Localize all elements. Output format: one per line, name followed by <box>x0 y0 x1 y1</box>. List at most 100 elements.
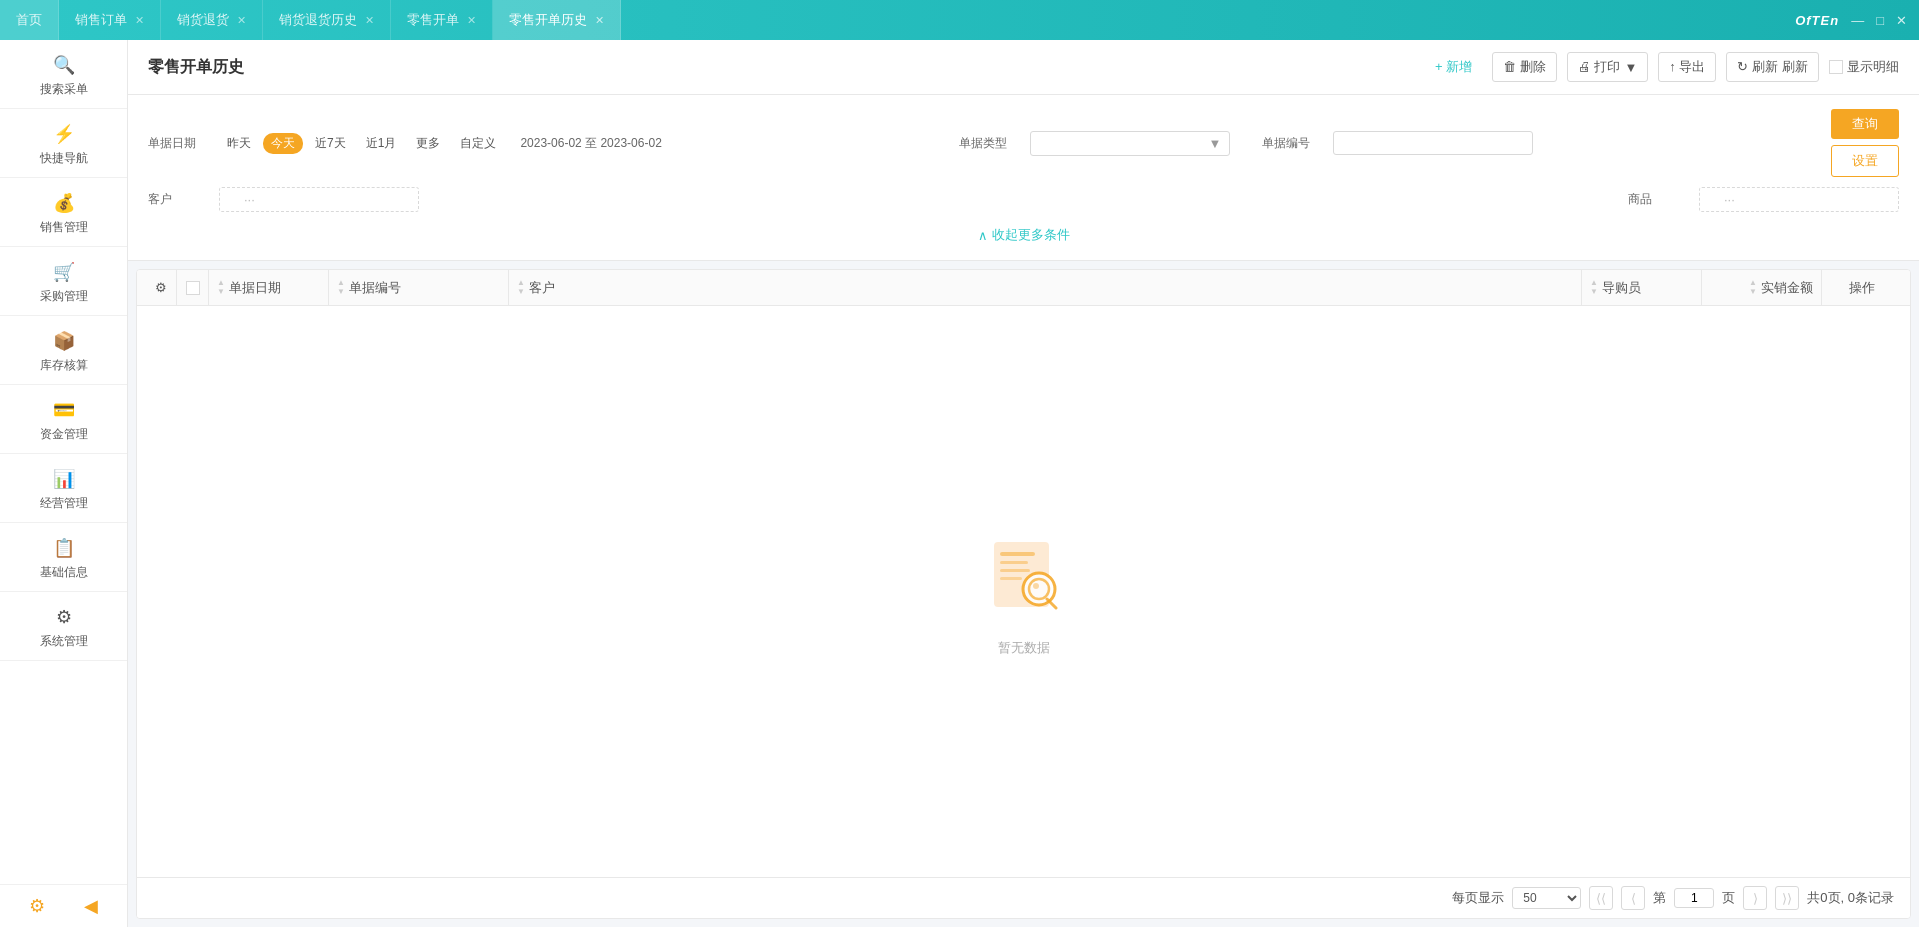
print-button[interactable]: 🖨 打印 ▼ <box>1567 52 1649 82</box>
sidebar-item-system[interactable]: ⚙ 系统管理 <box>0 592 127 661</box>
sales-icon: 💰 <box>53 192 75 214</box>
pagination-bar: 每页显示 50 10 20 100 ⟨⟨ ⟨ 第 页 ⟩ <box>137 877 1910 918</box>
top-tabbar: 首页 销售订单 ✕ 销货退货 ✕ 销货退货历史 ✕ 零售开单 ✕ 零售开单历史 … <box>0 0 1919 40</box>
per-page-label: 每页显示 <box>1452 889 1504 907</box>
th-action-label: 操作 <box>1849 279 1875 297</box>
page-input[interactable] <box>1674 888 1714 908</box>
order-type-arrow-icon: ▼ <box>1209 136 1222 151</box>
customer-filter-label: 客户 <box>148 191 203 208</box>
sidebar-item-purchase[interactable]: 🛒 采购管理 <box>0 247 127 316</box>
svg-rect-3 <box>1000 569 1030 572</box>
shortcut-1month[interactable]: 近1月 <box>358 133 405 154</box>
page-title: 零售开单历史 <box>148 57 244 78</box>
show-detail-checkbox[interactable] <box>1829 60 1843 74</box>
select-all-checkbox[interactable] <box>186 281 200 295</box>
order-type-filter-label: 单据类型 <box>959 135 1014 152</box>
sidebar-item-search-label: 搜索采单 <box>40 81 88 98</box>
export-button[interactable]: ↑ 导出 <box>1658 52 1716 82</box>
tab-retail-history-close[interactable]: ✕ <box>595 14 604 27</box>
order-type-select[interactable]: ▼ <box>1030 131 1230 156</box>
tab-sales-return[interactable]: 销货退货 ✕ <box>161 0 263 40</box>
th-customer-sort[interactable]: ▲ ▼ <box>517 279 525 296</box>
sidebar-settings-btn[interactable]: ⚙ <box>29 895 45 917</box>
th-number-sort[interactable]: ▲ ▼ <box>337 279 345 296</box>
table-area: ⚙ ▲ ▼ 单据日期 ▲ ▼ 单据编号 <box>136 269 1911 919</box>
sidebar-item-finance[interactable]: 💳 资金管理 <box>0 385 127 454</box>
filter-row-1: 单据日期 昨天 今天 近7天 近1月 更多 自定义 2023-06-02 至 2… <box>148 109 1899 177</box>
sidebar-item-sales[interactable]: 💰 销售管理 <box>0 178 127 247</box>
sidebar-item-shortcut[interactable]: ⚡ 快捷导航 <box>0 109 127 178</box>
table-header: ⚙ ▲ ▼ 单据日期 ▲ ▼ 单据编号 <box>137 270 1910 306</box>
th-guide-sort[interactable]: ▲ ▼ <box>1590 279 1598 296</box>
date-shortcuts: 昨天 今天 近7天 近1月 更多 自定义 <box>219 133 504 154</box>
tab-home[interactable]: 首页 <box>0 0 59 40</box>
shortcut-today[interactable]: 今天 <box>263 133 303 154</box>
tab-sales-order-close[interactable]: ✕ <box>135 14 144 27</box>
shortcut-icon: ⚡ <box>53 123 75 145</box>
th-date-label: 单据日期 <box>229 279 281 297</box>
sidebar-item-base[interactable]: 📋 基础信息 <box>0 523 127 592</box>
maximize-btn[interactable]: □ <box>1876 13 1884 28</box>
sidebar-bottom: ⚙ ◀ <box>0 884 127 927</box>
th-customer-label: 客户 <box>529 279 555 297</box>
brand-label: OfTEn <box>1795 13 1839 28</box>
tab-retail-history[interactable]: 零售开单历史 ✕ <box>493 0 621 40</box>
delete-button[interactable]: 🗑 删除 <box>1492 52 1557 82</box>
last-page-btn[interactable]: ⟩⟩ <box>1775 886 1799 910</box>
tab-sales-order[interactable]: 销售订单 ✕ <box>59 0 161 40</box>
tab-sales-return-history[interactable]: 销货退货历史 ✕ <box>263 0 391 40</box>
th-date-sort[interactable]: ▲ ▼ <box>217 279 225 296</box>
th-customer: ▲ ▼ 客户 <box>509 270 1582 305</box>
prev-page-icon: ⟨ <box>1631 891 1636 906</box>
th-action: 操作 <box>1822 270 1902 305</box>
new-button[interactable]: + 新增 <box>1425 53 1482 81</box>
sidebar-item-inventory[interactable]: 📦 库存核算 <box>0 316 127 385</box>
next-page-btn[interactable]: ⟩ <box>1743 886 1767 910</box>
tab-sales-return-label: 销货退货 <box>177 11 229 29</box>
goods-filter-label: 商品 <box>1628 191 1683 208</box>
system-icon: ⚙ <box>56 606 72 628</box>
goods-input[interactable]: ··· <box>1699 187 1899 212</box>
sidebar-item-shortcut-label: 快捷导航 <box>40 150 88 167</box>
order-number-filter-label: 单据编号 <box>1262 135 1317 152</box>
collapse-filter-btn[interactable]: ∧ 收起更多条件 <box>148 222 1899 252</box>
per-page-select[interactable]: 50 10 20 100 <box>1512 887 1581 909</box>
customer-input[interactable]: ··· <box>219 187 419 212</box>
page-suffix: 页 <box>1722 889 1735 907</box>
prev-page-btn[interactable]: ⟨ <box>1621 886 1645 910</box>
tab-sales-return-history-close[interactable]: ✕ <box>365 14 374 27</box>
sidebar: 🔍 搜索采单 ⚡ 快捷导航 💰 销售管理 🛒 采购管理 📦 库存核算 💳 资金管… <box>0 40 128 927</box>
shortcut-yesterday[interactable]: 昨天 <box>219 133 259 154</box>
shortcut-7days[interactable]: 近7天 <box>307 133 354 154</box>
sidebar-item-search[interactable]: 🔍 搜索采单 <box>0 40 127 109</box>
query-button[interactable]: 查询 <box>1831 109 1899 139</box>
sidebar-item-operations[interactable]: 📊 经营管理 <box>0 454 127 523</box>
collapse-text: 收起更多条件 <box>992 226 1070 244</box>
close-btn[interactable]: ✕ <box>1896 13 1907 28</box>
sidebar-collapse-btn[interactable]: ◀ <box>84 895 98 917</box>
th-guide: ▲ ▼ 导购员 <box>1582 270 1702 305</box>
shortcut-more[interactable]: 更多 <box>408 133 448 154</box>
refresh-button-label: ↻ 刷新 <box>1737 58 1778 76</box>
first-page-btn[interactable]: ⟨⟨ <box>1589 886 1613 910</box>
print-arrow-icon: ▼ <box>1624 60 1637 75</box>
sidebar-item-inventory-label: 库存核算 <box>40 357 88 374</box>
settings-button[interactable]: 设置 <box>1831 145 1899 177</box>
minimize-btn[interactable]: — <box>1851 13 1864 28</box>
tab-home-label: 首页 <box>16 11 42 29</box>
tab-sales-return-close[interactable]: ✕ <box>237 14 246 27</box>
show-detail-checkbox-label[interactable]: 显示明细 <box>1829 58 1899 76</box>
tab-retail-open-close[interactable]: ✕ <box>467 14 476 27</box>
th-settings[interactable]: ⚙ <box>145 270 177 305</box>
main-layout: 🔍 搜索采单 ⚡ 快捷导航 💰 销售管理 🛒 采购管理 📦 库存核算 💳 资金管… <box>0 40 1919 927</box>
th-amount-sort[interactable]: ▲ ▼ <box>1749 279 1757 296</box>
refresh-button[interactable]: ↻ 刷新 刷新 <box>1726 52 1819 82</box>
order-number-input[interactable] <box>1333 131 1533 155</box>
th-check[interactable] <box>177 270 209 305</box>
last-page-icon: ⟩⟩ <box>1782 891 1792 906</box>
empty-state: 暂无数据 <box>137 306 1910 877</box>
print-button-label: 🖨 打印 <box>1578 58 1621 76</box>
shortcut-custom[interactable]: 自定义 <box>452 133 504 154</box>
tab-retail-open[interactable]: 零售开单 ✕ <box>391 0 493 40</box>
tab-retail-open-label: 零售开单 <box>407 11 459 29</box>
